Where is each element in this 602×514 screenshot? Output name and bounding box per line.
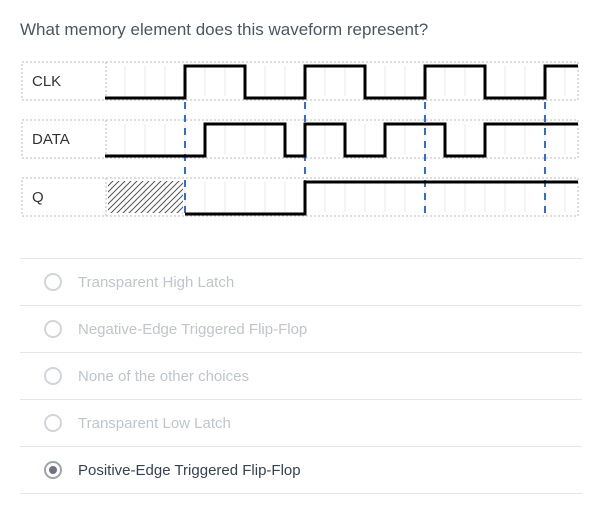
radio-icon — [44, 414, 62, 432]
radio-icon — [44, 273, 62, 291]
signal-label-clk: CLK — [32, 73, 61, 90]
waveform-data — [105, 124, 578, 156]
answer-choice-list: Transparent High Latch Negative-Edge Tri… — [20, 258, 582, 494]
answer-choice[interactable]: None of the other choices — [20, 353, 582, 400]
answer-choice[interactable]: Transparent Low Latch — [20, 400, 582, 447]
choice-label: Positive-Edge Triggered Flip-Flop — [78, 462, 301, 479]
answer-choice[interactable]: Negative-Edge Triggered Flip-Flop — [20, 306, 582, 353]
radio-icon — [44, 320, 62, 338]
choice-label: Negative-Edge Triggered Flip-Flop — [78, 321, 307, 338]
q-unknown-region — [108, 181, 183, 213]
signal-label-q: Q — [32, 189, 44, 206]
answer-choice[interactable]: Positive-Edge Triggered Flip-Flop — [20, 447, 582, 494]
radio-icon — [44, 461, 62, 479]
waveform-clk — [105, 66, 578, 98]
answer-choice[interactable]: Transparent High Latch — [20, 259, 582, 306]
choice-label: Transparent High Latch — [78, 274, 234, 291]
waveform-q — [185, 182, 578, 214]
choice-label: None of the other choices — [78, 368, 249, 385]
radio-icon — [44, 367, 62, 385]
waveform-diagram: CLK DATA Q — [20, 58, 580, 228]
signal-label-data: DATA — [32, 131, 70, 148]
question-text: What memory element does this waveform r… — [20, 20, 582, 40]
choice-label: Transparent Low Latch — [78, 415, 231, 432]
